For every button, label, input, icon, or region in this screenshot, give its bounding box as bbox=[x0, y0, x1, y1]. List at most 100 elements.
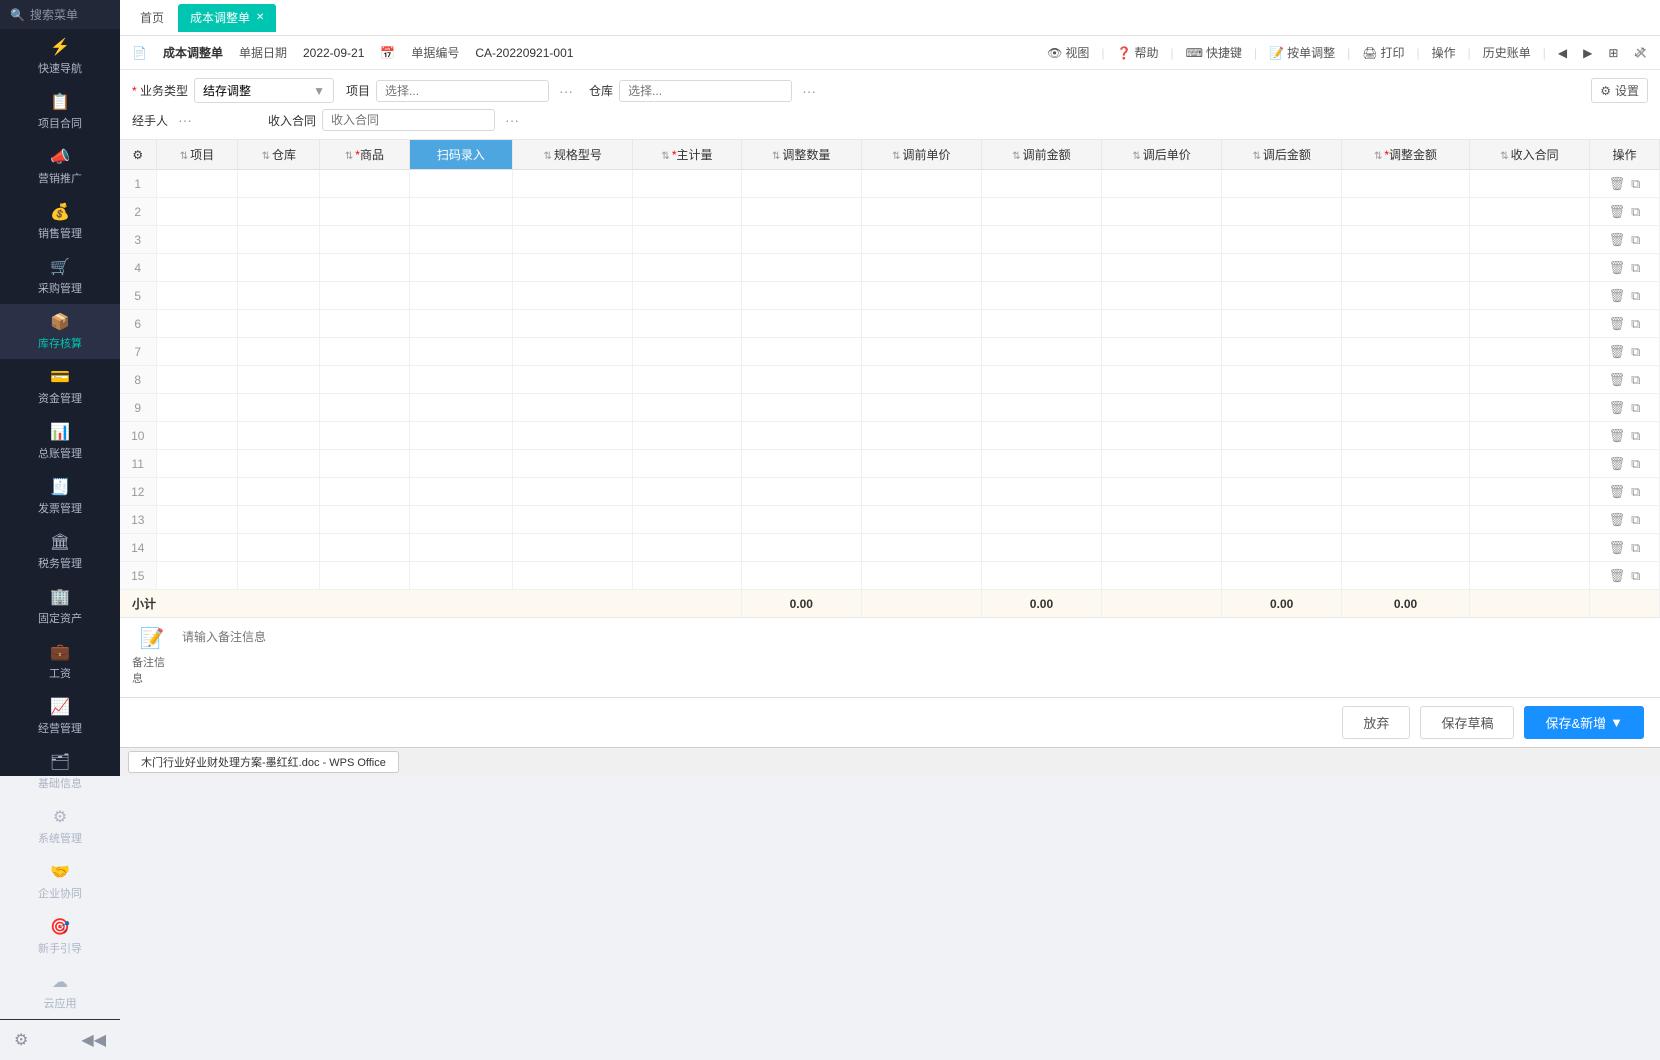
business-type-select[interactable]: 结存调整 ▼ bbox=[194, 78, 334, 103]
cell-spec[interactable] bbox=[513, 282, 633, 310]
cell-income-contract[interactable] bbox=[1469, 534, 1589, 562]
sidebar-item-system[interactable]: ⚙ 系统管理 bbox=[0, 799, 120, 854]
sidebar-item-invoice[interactable]: 🧾 发票管理 bbox=[0, 469, 120, 524]
copy-row-btn[interactable]: ⧉ bbox=[1631, 400, 1640, 416]
cell-adjust-qty[interactable] bbox=[741, 282, 861, 310]
cell-warehouse[interactable] bbox=[238, 282, 320, 310]
sidebar-item-operations[interactable]: 📈 经营管理 bbox=[0, 689, 120, 744]
cell-scan[interactable] bbox=[409, 282, 513, 310]
cell-spec[interactable] bbox=[513, 506, 633, 534]
cell-income-contract[interactable] bbox=[1469, 506, 1589, 534]
cell-adjust-amount[interactable] bbox=[1342, 562, 1470, 590]
table-row[interactable]: 3 🗑 ⧉ bbox=[120, 226, 1660, 254]
sidebar-item-collab[interactable]: 🤝 企业协同 bbox=[0, 854, 120, 909]
cell-after-price[interactable] bbox=[1102, 562, 1222, 590]
table-row[interactable]: 2 🗑 ⧉ bbox=[120, 198, 1660, 226]
delete-row-btn[interactable]: 🗑 bbox=[1609, 456, 1626, 472]
cell-project[interactable] bbox=[156, 450, 238, 478]
cell-spec[interactable] bbox=[513, 478, 633, 506]
cell-product[interactable] bbox=[320, 198, 409, 226]
cell-income-contract[interactable] bbox=[1469, 450, 1589, 478]
income-contract-input[interactable] bbox=[322, 109, 495, 131]
cell-before-amount[interactable] bbox=[981, 478, 1101, 506]
cell-scan[interactable] bbox=[409, 534, 513, 562]
operate-btn[interactable]: 操作 bbox=[1428, 42, 1460, 63]
cell-unit[interactable] bbox=[633, 394, 741, 422]
cell-adjust-qty[interactable] bbox=[741, 338, 861, 366]
col-project[interactable]: ⇅项目 bbox=[156, 140, 238, 170]
cell-before-amount[interactable] bbox=[981, 198, 1101, 226]
table-row[interactable]: 11 🗑 ⧉ bbox=[120, 450, 1660, 478]
cell-unit[interactable] bbox=[633, 170, 741, 198]
print-btn[interactable]: 🖨 打印 bbox=[1358, 42, 1408, 63]
cell-after-amount[interactable] bbox=[1222, 506, 1342, 534]
cell-before-amount[interactable] bbox=[981, 394, 1101, 422]
cell-adjust-qty[interactable] bbox=[741, 478, 861, 506]
cell-product[interactable] bbox=[320, 170, 409, 198]
cell-scan[interactable] bbox=[409, 422, 513, 450]
cell-before-amount[interactable] bbox=[981, 338, 1101, 366]
cell-warehouse[interactable] bbox=[238, 450, 320, 478]
cell-after-amount[interactable] bbox=[1222, 310, 1342, 338]
cell-after-amount[interactable] bbox=[1222, 478, 1342, 506]
cell-adjust-qty[interactable] bbox=[741, 422, 861, 450]
cell-spec[interactable] bbox=[513, 562, 633, 590]
cell-unit[interactable] bbox=[633, 450, 741, 478]
cell-warehouse[interactable] bbox=[238, 562, 320, 590]
copy-row-btn[interactable]: ⧉ bbox=[1631, 456, 1640, 472]
cell-after-amount[interactable] bbox=[1222, 170, 1342, 198]
cell-product[interactable] bbox=[320, 394, 409, 422]
cell-after-price[interactable] bbox=[1102, 450, 1222, 478]
cell-before-price[interactable] bbox=[861, 338, 981, 366]
cell-project[interactable] bbox=[156, 310, 238, 338]
cell-adjust-qty[interactable] bbox=[741, 310, 861, 338]
copy-row-btn[interactable]: ⧉ bbox=[1631, 176, 1640, 192]
cell-adjust-qty[interactable] bbox=[741, 506, 861, 534]
cell-unit[interactable] bbox=[633, 478, 741, 506]
cell-warehouse[interactable] bbox=[238, 310, 320, 338]
cell-after-amount[interactable] bbox=[1222, 282, 1342, 310]
cell-warehouse[interactable] bbox=[238, 338, 320, 366]
cell-product[interactable] bbox=[320, 478, 409, 506]
cell-adjust-amount[interactable] bbox=[1342, 478, 1470, 506]
cell-warehouse[interactable] bbox=[238, 534, 320, 562]
cell-unit[interactable] bbox=[633, 254, 741, 282]
cell-adjust-qty[interactable] bbox=[741, 450, 861, 478]
cell-after-amount[interactable] bbox=[1222, 422, 1342, 450]
copy-row-btn[interactable]: ⧉ bbox=[1631, 288, 1640, 304]
discard-button[interactable]: 放弃 bbox=[1342, 706, 1410, 739]
table-container[interactable]: ⚙ ⇅项目 ⇅仓库 ⇅*商品 扫码录入 ⇅规格型号 ⇅*主计量 ⇅调整数量 ⇅调… bbox=[120, 140, 1660, 617]
cell-adjust-amount[interactable] bbox=[1342, 254, 1470, 282]
delete-row-btn[interactable]: 🗑 bbox=[1609, 400, 1626, 416]
delete-row-btn[interactable]: 🗑 bbox=[1609, 344, 1626, 360]
cell-unit[interactable] bbox=[633, 506, 741, 534]
cell-warehouse[interactable] bbox=[238, 506, 320, 534]
cell-after-price[interactable] bbox=[1102, 282, 1222, 310]
cell-after-price[interactable] bbox=[1102, 170, 1222, 198]
cell-after-amount[interactable] bbox=[1222, 254, 1342, 282]
cell-adjust-qty[interactable] bbox=[741, 170, 861, 198]
cell-project[interactable] bbox=[156, 254, 238, 282]
cell-project[interactable] bbox=[156, 422, 238, 450]
cell-adjust-amount[interactable] bbox=[1342, 394, 1470, 422]
cell-adjust-amount[interactable] bbox=[1342, 506, 1470, 534]
cell-project[interactable] bbox=[156, 506, 238, 534]
cell-adjust-amount[interactable] bbox=[1342, 534, 1470, 562]
copy-row-btn[interactable]: ⧉ bbox=[1631, 344, 1640, 360]
col-scan[interactable]: 扫码录入 bbox=[409, 140, 513, 170]
cell-adjust-amount[interactable] bbox=[1342, 226, 1470, 254]
cell-adjust-amount[interactable] bbox=[1342, 170, 1470, 198]
copy-row-btn[interactable]: ⧉ bbox=[1631, 372, 1640, 388]
table-row[interactable]: 10 🗑 ⧉ bbox=[120, 422, 1660, 450]
cell-product[interactable] bbox=[320, 254, 409, 282]
cell-product[interactable] bbox=[320, 338, 409, 366]
cell-income-contract[interactable] bbox=[1469, 478, 1589, 506]
cell-adjust-qty[interactable] bbox=[741, 198, 861, 226]
cell-before-price[interactable] bbox=[861, 170, 981, 198]
sidebar-search[interactable]: 🔍 搜索菜单 bbox=[0, 0, 120, 29]
cell-before-price[interactable] bbox=[861, 562, 981, 590]
cell-adjust-amount[interactable] bbox=[1342, 338, 1470, 366]
copy-row-btn[interactable]: ⧉ bbox=[1631, 232, 1640, 248]
cell-after-price[interactable] bbox=[1102, 506, 1222, 534]
cell-before-amount[interactable] bbox=[981, 226, 1101, 254]
